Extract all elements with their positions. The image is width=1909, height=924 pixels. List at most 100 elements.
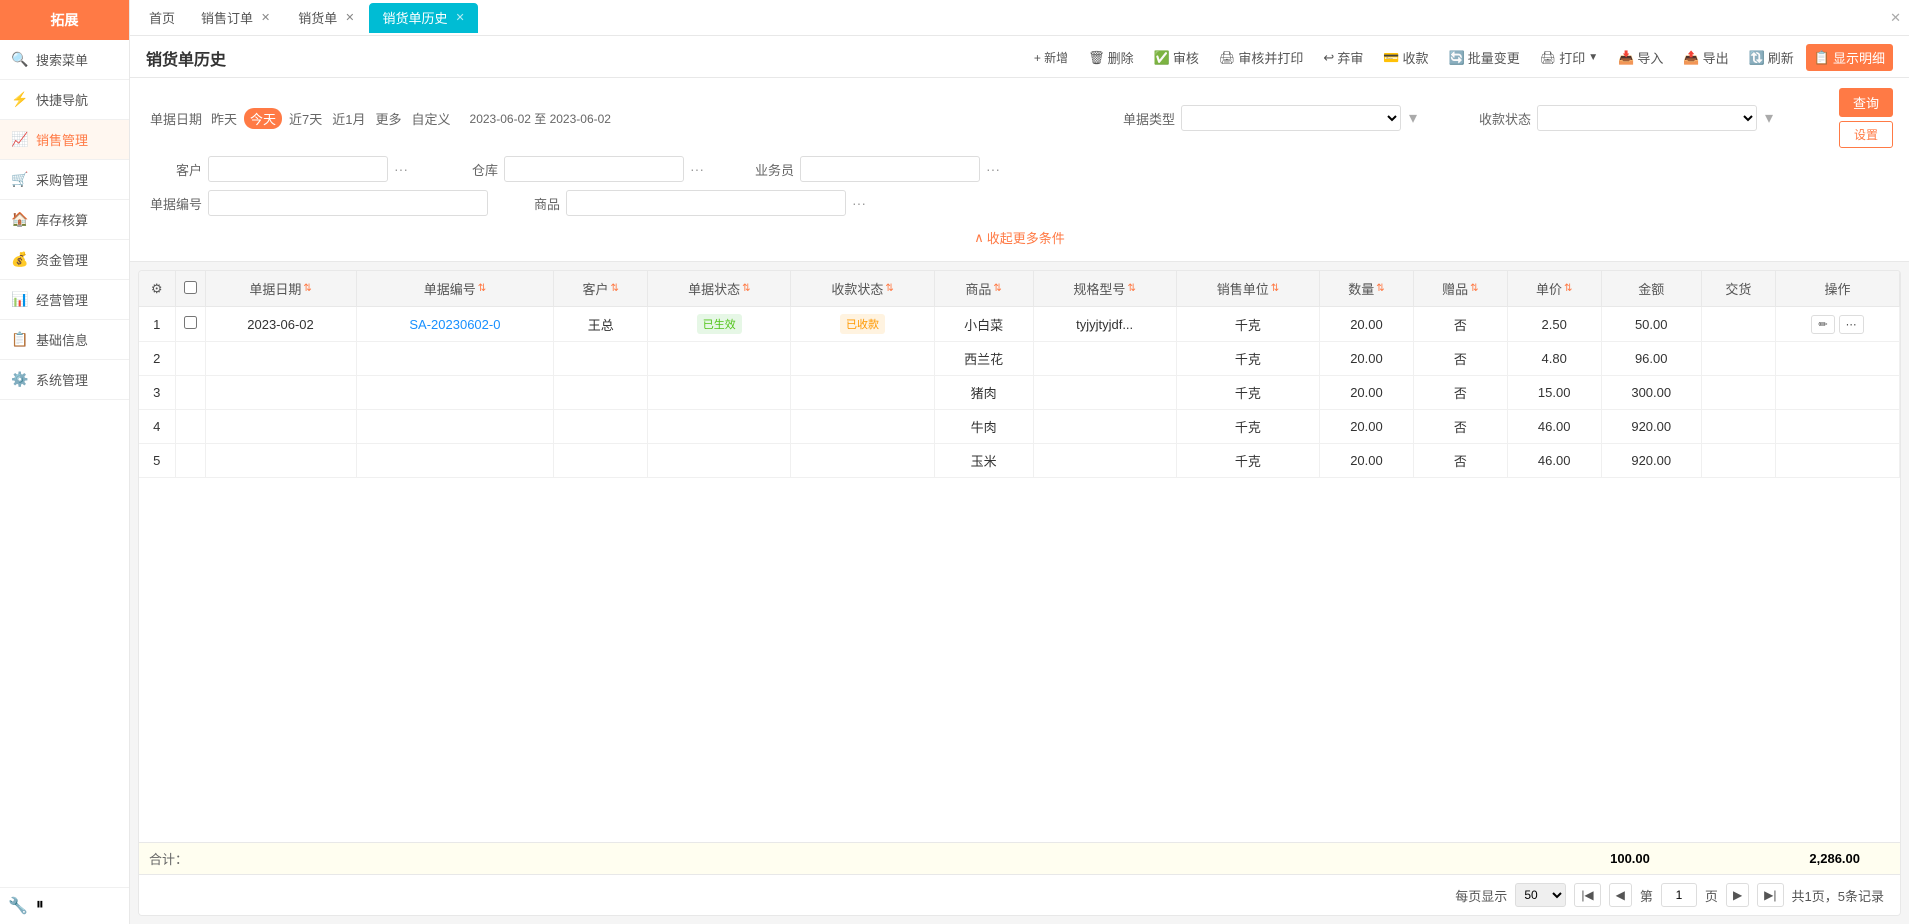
query-button[interactable]: 查询	[1839, 88, 1893, 117]
collect-button[interactable]: 💳 收款	[1375, 44, 1436, 71]
shortcut-7days[interactable]: 近7天	[286, 108, 325, 129]
sidebar-item-finance[interactable]: 💰 资金管理	[0, 240, 129, 280]
batch-change-button[interactable]: 🔄 批量变更	[1441, 44, 1528, 71]
settings-button[interactable]: 设置	[1839, 121, 1893, 148]
row-checkbox[interactable]	[184, 316, 197, 329]
cell-checkbox[interactable]	[175, 342, 205, 376]
salesperson-ellipsis[interactable]: ···	[986, 161, 1000, 177]
tab-sales-history[interactable]: 销货单历史 ✕	[369, 3, 477, 33]
sidebar-item-operations[interactable]: 📊 经营管理	[0, 280, 129, 320]
sidebar-item-sys-mgmt[interactable]: ⚙️ 系统管理	[0, 360, 129, 400]
sidebar-item-basic-info[interactable]: 📋 基础信息	[0, 320, 129, 360]
refresh-button[interactable]: 🔃 刷新	[1741, 44, 1802, 71]
sidebar-item-inventory[interactable]: 🏠 库存核算	[0, 200, 129, 240]
next-page-button[interactable]: ▶	[1726, 883, 1749, 907]
export-button[interactable]: 📤 导出	[1675, 44, 1736, 71]
cell-checkbox[interactable]	[175, 444, 205, 478]
new-button[interactable]: + 新增	[1026, 45, 1076, 70]
customer-ellipsis[interactable]: ···	[394, 161, 408, 177]
customer-input[interactable]	[208, 156, 388, 182]
filter-row-1: 单据日期 昨天 今天 近7天 近1月 更多 自定义 2023-06-02 至 2…	[146, 88, 1893, 148]
doc-number-input[interactable]	[208, 190, 488, 216]
cell-actions[interactable]: ✏ ⋯	[1775, 307, 1899, 342]
sort-number[interactable]: 单据编号 ⇅	[424, 279, 486, 298]
salesperson-input[interactable]	[800, 156, 980, 182]
first-page-button[interactable]: |◀	[1574, 883, 1600, 907]
tab-close-sales-goods[interactable]: ✕	[345, 11, 354, 24]
shortcut-yesterday[interactable]: 昨天	[208, 108, 240, 129]
abandon-button[interactable]: ↩ 弃审	[1315, 44, 1371, 71]
shortcut-custom[interactable]: 自定义	[409, 108, 454, 129]
edit-button[interactable]: ✏	[1811, 315, 1834, 334]
cell-number[interactable]	[356, 410, 554, 444]
sys-mgmt-icon: ⚙️	[12, 372, 28, 388]
tab-sales-goods[interactable]: 销货单 ✕	[285, 3, 367, 33]
cell-number[interactable]	[356, 376, 554, 410]
collapse-button[interactable]: ∧ 收起更多条件	[146, 224, 1893, 251]
tab-home[interactable]: 首页	[138, 3, 186, 33]
shortcut-1month[interactable]: 近1月	[329, 108, 368, 129]
sidebar-item-search-menu[interactable]: 🔍 搜索菜单	[0, 40, 129, 80]
select-all-checkbox[interactable]	[184, 281, 197, 294]
sort-customer[interactable]: 客户 ⇅	[583, 279, 619, 298]
show-detail-button[interactable]: 📋 显示明细	[1806, 44, 1893, 71]
sort-doc-status[interactable]: 单据状态 ⇅	[688, 279, 750, 298]
warehouse-ellipsis[interactable]: ···	[690, 161, 704, 177]
shortcut-more[interactable]: 更多	[373, 108, 405, 129]
tab-close-sales-history[interactable]: ✕	[456, 11, 465, 24]
sort-date[interactable]: 单据日期 ⇅	[249, 279, 311, 298]
cell-number[interactable]: SA-20230602-0	[356, 307, 554, 342]
audit-button[interactable]: ✅ 审核	[1146, 44, 1207, 71]
delete-button[interactable]: 🗑 删除	[1080, 44, 1142, 71]
cell-number[interactable]	[356, 444, 554, 478]
sidebar-tool-icon[interactable]: 🔧	[8, 896, 28, 916]
sort-gift[interactable]: 赠品 ⇅	[1442, 279, 1478, 298]
cell-checkbox[interactable]	[175, 307, 205, 342]
sidebar-item-purchase-mgmt[interactable]: 🛒 采购管理	[0, 160, 129, 200]
cell-price: 4.80	[1507, 342, 1601, 376]
warehouse-input[interactable]	[504, 156, 684, 182]
sort-price[interactable]: 单价 ⇅	[1536, 279, 1572, 298]
sort-spec[interactable]: 规格型号 ⇅	[1073, 279, 1135, 298]
delete-icon: 🗑	[1088, 50, 1105, 66]
last-page-button[interactable]: ▶|	[1757, 883, 1783, 907]
salesperson-label: 业务员	[738, 160, 794, 179]
sort-qty[interactable]: 数量 ⇅	[1348, 279, 1384, 298]
page-number-input[interactable]	[1661, 883, 1697, 907]
cell-actions[interactable]	[1775, 410, 1899, 444]
cell-actions[interactable]	[1775, 342, 1899, 376]
tab-sales-order[interactable]: 销售订单 ✕	[188, 3, 283, 33]
cell-price: 15.00	[1507, 376, 1601, 410]
cell-price: 46.00	[1507, 410, 1601, 444]
import-button[interactable]: 📥 导入	[1610, 44, 1671, 71]
doc-type-select[interactable]	[1181, 105, 1401, 131]
sidebar-item-quick-nav[interactable]: ⚡ 快捷导航	[0, 80, 129, 120]
cell-goods: 玉米	[934, 444, 1033, 478]
cell-row-num: 1	[139, 307, 175, 342]
th-checkbox[interactable]	[175, 271, 205, 307]
cell-number[interactable]	[356, 342, 554, 376]
sort-unit[interactable]: 销售单位 ⇅	[1217, 279, 1279, 298]
shortcut-today[interactable]: 今天	[244, 108, 282, 129]
more-button[interactable]: ⋯	[1839, 315, 1864, 334]
goods-input[interactable]	[566, 190, 846, 216]
sort-pay-status[interactable]: 收款状态 ⇅	[831, 279, 893, 298]
cell-actions[interactable]	[1775, 376, 1899, 410]
sort-goods[interactable]: 商品 ⇅	[965, 279, 1001, 298]
page-size-select[interactable]: 20 50 100	[1515, 883, 1566, 907]
tab-close-sales-order[interactable]: ✕	[261, 11, 270, 24]
prev-page-button[interactable]: ◀	[1609, 883, 1632, 907]
audit-icon: ✅	[1154, 50, 1170, 66]
cell-actions[interactable]	[1775, 444, 1899, 478]
payment-status-select[interactable]	[1537, 105, 1757, 131]
doc-number-link[interactable]: SA-20230602-0	[409, 317, 500, 332]
goods-ellipsis[interactable]: ···	[852, 195, 866, 211]
sidebar-pause-icon[interactable]: ⏸	[36, 896, 44, 916]
audit-print-button[interactable]: 🖨 审核并打印	[1211, 44, 1312, 71]
cell-checkbox[interactable]	[175, 376, 205, 410]
sidebar-item-sales-mgmt[interactable]: 📈 销售管理	[0, 120, 129, 160]
print-button[interactable]: 🖨 打印 ▼	[1532, 44, 1606, 71]
tab-bar-close-all[interactable]: ✕	[1890, 10, 1901, 26]
cell-checkbox[interactable]	[175, 410, 205, 444]
th-settings[interactable]: ⚙	[139, 271, 175, 307]
